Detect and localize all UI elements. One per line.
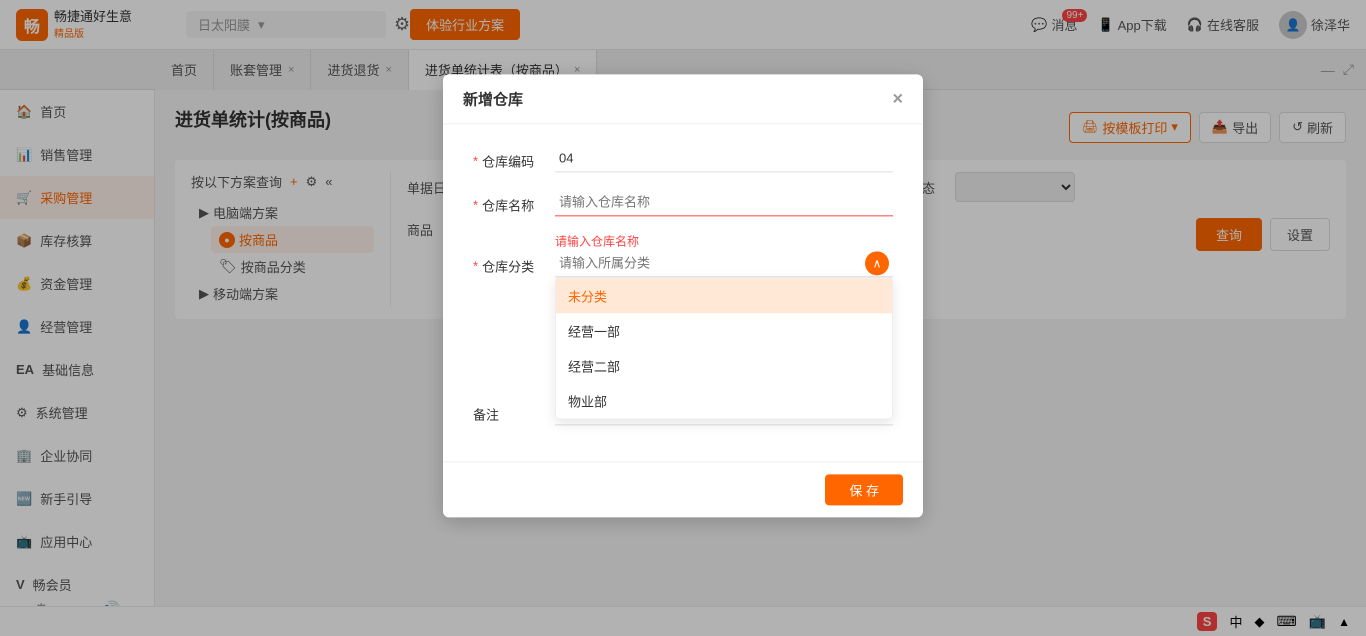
category-dropdown-list: 未分类 经营一部 经营二部 物业部 [555, 277, 893, 419]
name-error-message: 请输入仓库名称 [555, 232, 893, 249]
modal-body: * 仓库编码 * 仓库名称 请输入仓库名称 * 仓库分类 [443, 124, 923, 461]
modal-footer: 保 存 [443, 461, 923, 517]
add-warehouse-modal: 新增仓库 × * 仓库编码 * 仓库名称 请输入仓库名称 [443, 74, 923, 517]
category-dropdown-toggle[interactable]: ∧ [865, 251, 889, 275]
category-input[interactable] [555, 249, 893, 277]
name-input[interactable] [555, 188, 893, 216]
chevron-up-icon: ∧ [873, 256, 882, 270]
dropdown-item-dept2[interactable]: 经营二部 [556, 348, 892, 383]
dropdown-item-property[interactable]: 物业部 [556, 383, 892, 418]
modal-close-button[interactable]: × [892, 88, 903, 109]
modal-title: 新增仓库 [463, 88, 523, 109]
code-input[interactable] [555, 144, 893, 172]
code-label: * 仓库编码 [473, 144, 543, 170]
modal-header: 新增仓库 × [443, 74, 923, 124]
form-row-name-wrapper: * 仓库名称 请输入仓库名称 [473, 188, 893, 249]
form-row-code: * 仓库编码 [473, 144, 893, 172]
category-input-wrap: ∧ 未分类 经营一部 经营二部 物业部 [555, 249, 893, 277]
form-row-category: * 仓库分类 ∧ 未分类 经营一部 经营二部 物业部 [473, 249, 893, 277]
save-button[interactable]: 保 存 [825, 474, 903, 505]
required-star-category: * [473, 258, 478, 273]
category-label: * 仓库分类 [473, 249, 543, 275]
dropdown-item-unclassified[interactable]: 未分类 [556, 278, 892, 313]
required-star-code: * [473, 153, 478, 168]
note-label: 备注 [473, 397, 543, 423]
form-row-name: * 仓库名称 [473, 188, 893, 216]
dropdown-item-dept1[interactable]: 经营一部 [556, 313, 892, 348]
required-star-name: * [473, 197, 478, 212]
name-label: * 仓库名称 [473, 188, 543, 214]
